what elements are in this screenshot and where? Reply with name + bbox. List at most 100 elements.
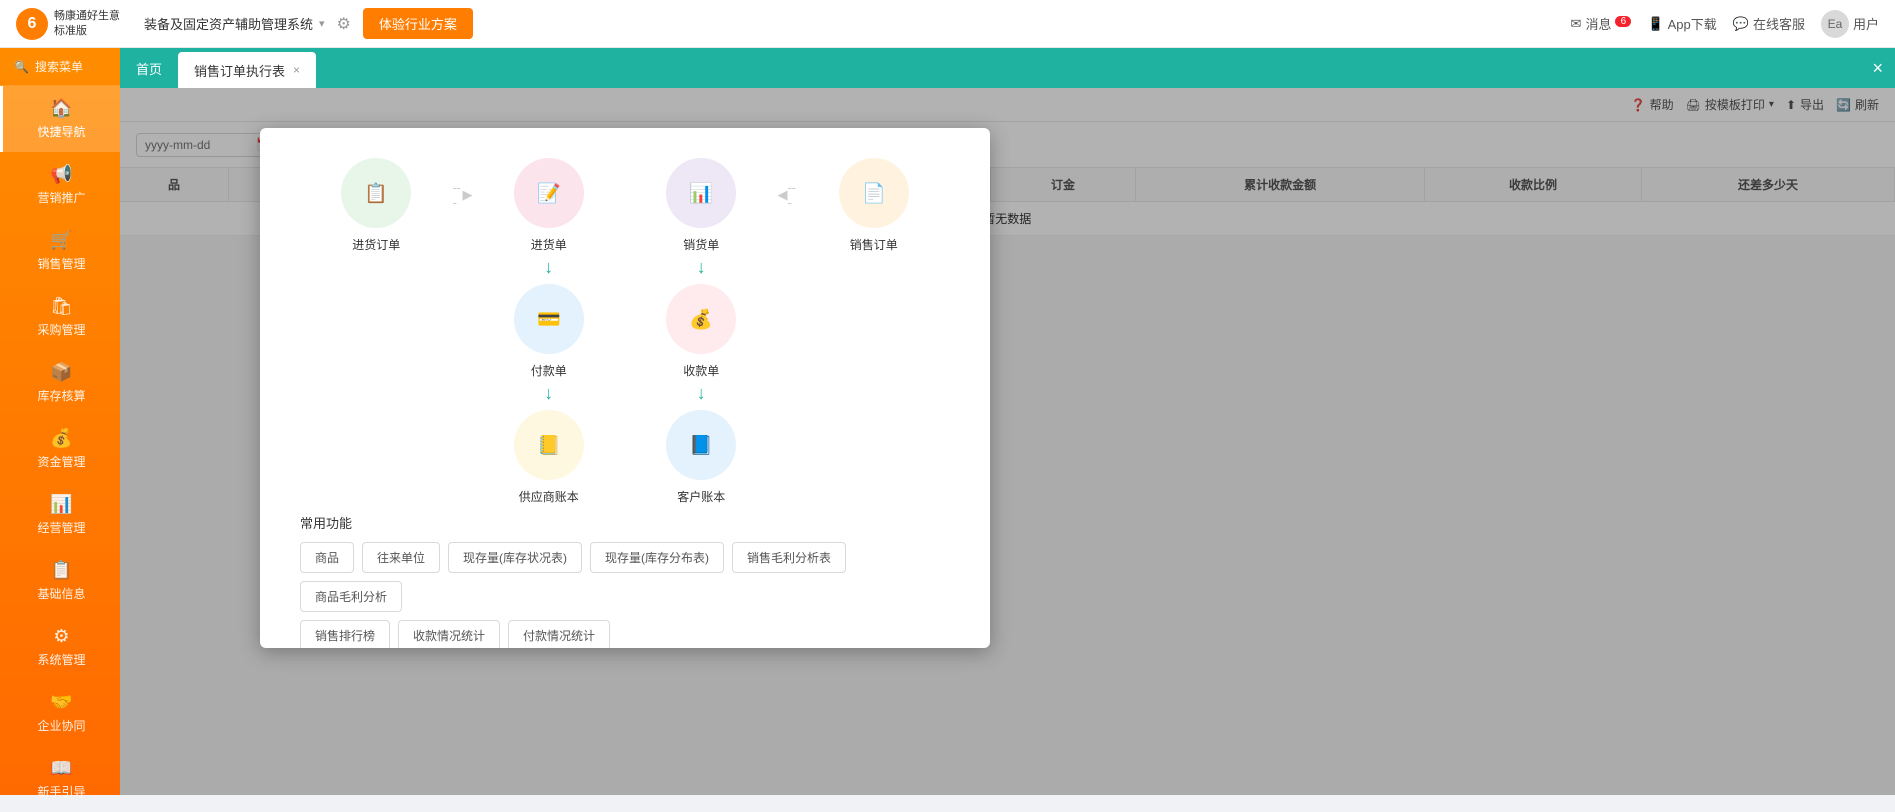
func-btn-row-2: 销售排行榜 收款情况统计 付款情况统计	[300, 620, 950, 648]
payment-node[interactable]: 💳	[514, 284, 584, 354]
logo-icon: 6	[16, 8, 48, 40]
modal-body: 📋 进货订单 - - -▶	[260, 128, 990, 648]
content-area: 首页 销售订单执行表 × × ❓ 帮助 🖨 按模板打印 ▾	[120, 48, 1895, 795]
sidebar-item-finance[interactable]: 💰 资金管理	[0, 416, 120, 482]
svg-text:📒: 📒	[537, 435, 561, 457]
tab-bar: 首页 销售订单执行表 × ×	[120, 48, 1895, 88]
dropdown-icon[interactable]: ▾	[319, 17, 325, 30]
purchase-bill-label: 进货单	[531, 236, 567, 253]
func-btn-product-profit[interactable]: 商品毛利分析	[300, 581, 402, 612]
common-title: 常用功能	[300, 513, 950, 532]
online-service-button[interactable]: 💬 在线客服	[1733, 14, 1805, 33]
flow-modal: 📋 进货订单 - - -▶	[260, 128, 990, 648]
svg-text:📘: 📘	[689, 435, 713, 457]
message-icon: ✉	[1571, 16, 1582, 32]
sidebar-item-label: 库存核算	[37, 387, 85, 404]
customer-ledger-node[interactable]: 📘	[666, 410, 736, 480]
svg-text:📊: 📊	[689, 182, 713, 205]
main-layout: 🔍 搜索菜单 🏠 快捷导航 📢 营销推广 🛒 销售管理 🛍 采购管理 📦 库存核…	[0, 48, 1895, 795]
func-btn-payment-stats[interactable]: 付款情况统计	[508, 620, 610, 648]
supplier-ledger-node[interactable]: 📒	[514, 410, 584, 480]
logo-area: 6 畅康通好生意 标准版	[16, 8, 136, 40]
func-btn-receipt-stats[interactable]: 收款情况统计	[398, 620, 500, 648]
sales-order-node[interactable]: 📄	[839, 158, 909, 228]
sidebar-item-base-info[interactable]: 📋 基础信息	[0, 548, 120, 614]
sales-order-label: 销售订单	[850, 236, 898, 253]
sidebar-item-sales[interactable]: 🛒 销售管理	[0, 218, 120, 284]
avatar: Ea	[1821, 10, 1849, 38]
sidebar-item-newbie[interactable]: 📖 新手引导	[0, 746, 120, 812]
svg-text:📋: 📋	[364, 182, 388, 205]
sidebar-item-marketing[interactable]: 📢 营销推广	[0, 152, 120, 218]
marketing-icon: 📢	[50, 164, 72, 185]
sidebar-item-quick-nav[interactable]: 🏠 快捷导航	[0, 86, 120, 152]
purchase-icon: 🛍	[50, 296, 73, 317]
tab-sales-exec[interactable]: 销售订单执行表 ×	[178, 52, 316, 88]
logo-text: 畅康通好生意 标准版	[54, 9, 120, 38]
svg-text:📄: 📄	[862, 182, 886, 205]
sales-bill-node[interactable]: 📊	[666, 158, 736, 228]
close-all-tabs[interactable]: ×	[1860, 58, 1895, 79]
func-btn-sales-profit[interactable]: 销售毛利分析表	[732, 542, 846, 573]
payment-down-arrow: ↓	[544, 383, 553, 404]
sidebar-item-label: 快捷导航	[37, 123, 85, 140]
func-btn-inventory-dist[interactable]: 现存量(库存分布表)	[590, 542, 724, 573]
common-functions: 常用功能 商品 往来单位 现存量(库存状况表) 现存量(库存分布表) 销售毛利分…	[300, 513, 950, 648]
receipt-down-arrow: ↓	[697, 383, 706, 404]
sidebar-item-sys-mgmt[interactable]: ⚙ 系统管理	[0, 614, 120, 680]
purchase-bill-node[interactable]: 📝	[514, 158, 584, 228]
app-download-button[interactable]: 📱 App下载	[1647, 14, 1716, 33]
receipt-node[interactable]: 💰	[666, 284, 736, 354]
sidebar-item-label: 企业协同	[37, 717, 85, 734]
svg-text:💳: 💳	[537, 310, 561, 331]
message-button[interactable]: ✉ 消息 6	[1571, 14, 1632, 33]
sidebar-item-purchase[interactable]: 🛍 采购管理	[0, 284, 120, 350]
sidebar-item-enterprise[interactable]: 🤝 企业协同	[0, 680, 120, 746]
sidebar: 🔍 搜索菜单 🏠 快捷导航 📢 营销推广 🛒 销售管理 🛍 采购管理 📦 库存核…	[0, 48, 120, 795]
mobile-icon: 📱	[1647, 16, 1663, 32]
settings-icon[interactable]: ⚙	[337, 14, 351, 34]
func-btn-inventory-status[interactable]: 现存量(库存状况表)	[448, 542, 582, 573]
top-header: 6 畅康通好生意 标准版 装备及固定资产辅助管理系统 ▾ ⚙ 体验行业方案 ✉ …	[0, 0, 1895, 48]
svg-text:💰: 💰	[689, 308, 713, 331]
user-menu[interactable]: Ea 用户	[1821, 10, 1879, 38]
system-title: 装备及固定资产辅助管理系统	[144, 14, 313, 33]
newbie-icon: 📖	[50, 758, 72, 779]
sidebar-item-label: 系统管理	[37, 651, 85, 668]
sidebar-item-label: 经营管理	[37, 519, 85, 536]
search-icon: 🔍	[14, 60, 29, 74]
sidebar-item-label: 新手引导	[37, 783, 85, 800]
sales-bill-down-arrow: ↓	[697, 257, 706, 278]
operations-icon: 📊	[50, 494, 72, 515]
payment-label: 付款单	[531, 362, 567, 379]
modal-overlay: 📋 进货订单 - - -▶	[120, 88, 1895, 795]
header-right: ✉ 消息 6 📱 App下载 💬 在线客服 Ea 用户	[1571, 10, 1879, 38]
sales-bill-label: 销货单	[683, 236, 719, 253]
sidebar-item-label: 资金管理	[37, 453, 85, 470]
func-btn-counterpart[interactable]: 往来单位	[362, 542, 440, 573]
page-content: ❓ 帮助 🖨 按模板打印 ▾ ⬆ 导出 🔄 刷新	[120, 88, 1895, 795]
sidebar-item-label: 基础信息	[37, 585, 85, 602]
quick-nav-icon: 🏠	[50, 98, 72, 119]
supplier-ledger-label: 供应商账本	[519, 488, 579, 505]
sidebar-item-operations[interactable]: 📊 经营管理	[0, 482, 120, 548]
func-btn-sales-ranking[interactable]: 销售排行榜	[300, 620, 390, 648]
purchase-bill-down-arrow: ↓	[544, 257, 553, 278]
service-icon: 💬	[1733, 16, 1749, 32]
sidebar-item-label: 采购管理	[37, 321, 85, 338]
tab-home[interactable]: 首页	[120, 48, 178, 88]
receipt-label: 收款单	[683, 362, 719, 379]
inventory-icon: 📦	[50, 362, 72, 383]
purchase-order-label: 进货订单	[352, 236, 400, 253]
func-btn-product[interactable]: 商品	[300, 542, 354, 573]
enterprise-icon: 🤝	[50, 692, 72, 713]
func-btn-row-1: 商品 往来单位 现存量(库存状况表) 现存量(库存分布表) 销售毛利分析表 商品…	[300, 542, 950, 612]
sidebar-item-label: 营销推广	[37, 189, 85, 206]
trial-button[interactable]: 体验行业方案	[363, 8, 473, 39]
search-menu[interactable]: 🔍 搜索菜单	[0, 48, 120, 86]
sidebar-item-inventory[interactable]: 📦 库存核算	[0, 350, 120, 416]
svg-text:📝: 📝	[537, 182, 561, 205]
sidebar-item-label: 销售管理	[37, 255, 85, 272]
tab-close-icon[interactable]: ×	[293, 63, 300, 77]
purchase-order-node[interactable]: 📋	[341, 158, 411, 228]
